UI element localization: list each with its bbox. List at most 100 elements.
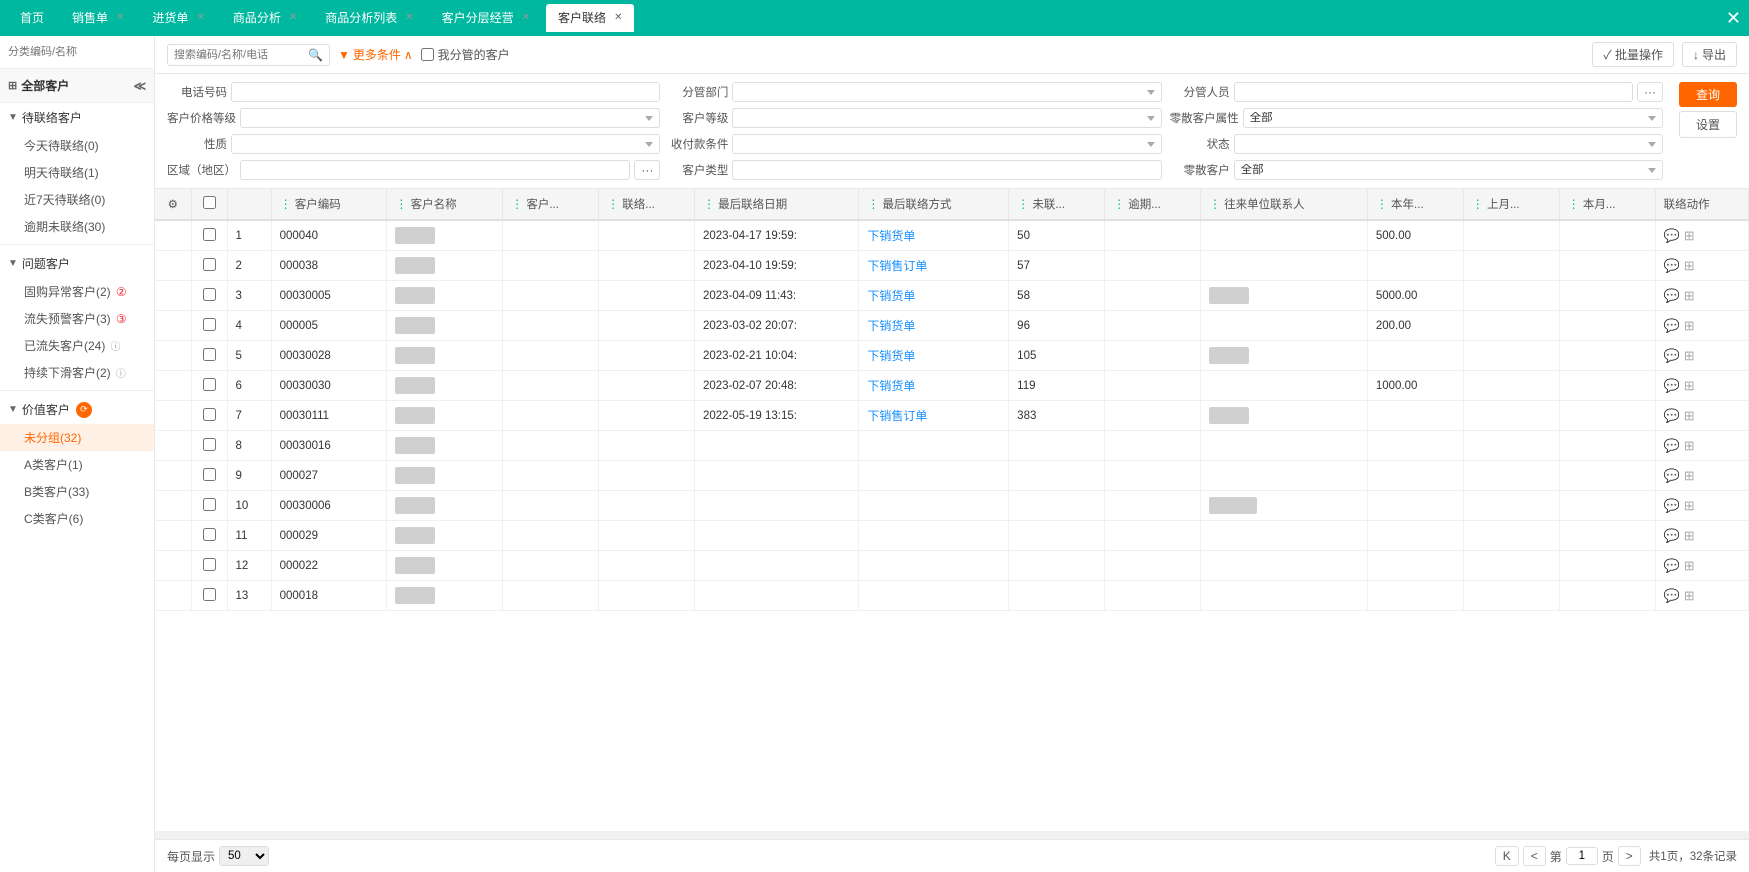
filter-person-ellipsis[interactable]: ··· [1637, 82, 1663, 102]
last-month-header[interactable]: ⋮ 上月... [1463, 189, 1559, 220]
filter-region-ellipsis[interactable]: ··· [634, 160, 660, 180]
page-number-input[interactable] [1566, 847, 1598, 865]
tab-product-analysis-list-close[interactable]: ✕ [405, 4, 413, 32]
last-contact-date-header[interactable]: ⋮ 最后联络日期 [694, 189, 858, 220]
contact-method-link[interactable]: 下销货单 [867, 289, 915, 303]
first-page-button[interactable]: K [1495, 846, 1519, 866]
main-search-icon[interactable]: 🔍 [308, 48, 323, 62]
sidebar-item-today[interactable]: 今天待联络(0) [0, 132, 154, 159]
table-hscroll[interactable] [155, 831, 1749, 839]
sidebar-group-value[interactable]: ▼ 价值客户 ⟳ [0, 395, 154, 424]
row-checkbox[interactable] [191, 371, 227, 401]
filter-nature-select[interactable] [231, 134, 660, 154]
filter-status-select[interactable] [1234, 134, 1663, 154]
search-box[interactable]: 🔍 [167, 44, 330, 66]
row-select-checkbox[interactable] [203, 438, 216, 451]
tab-product-analysis-list[interactable]: 商品分析列表 ✕ [313, 4, 425, 32]
row-select-checkbox[interactable] [203, 288, 216, 301]
company-contact-header[interactable]: ⋮ 往来单位联系人 [1200, 189, 1367, 220]
row-checkbox[interactable] [191, 551, 227, 581]
sidebar-item-unclassified[interactable]: 未分组(32) [0, 424, 154, 451]
contact-action-icon[interactable]: 💬 [1664, 438, 1680, 454]
contact-method-link[interactable]: 下销货单 [867, 319, 915, 333]
row-last-contact-method[interactable]: 下销售订单 [859, 251, 1009, 281]
row-select-checkbox[interactable] [203, 558, 216, 571]
filter-region-input[interactable] [240, 160, 630, 180]
code-header[interactable]: ⋮ 客户编码 [271, 189, 387, 220]
more-action-icon[interactable]: ⊞ [1684, 288, 1695, 304]
my-customers-toggle[interactable]: 我分管的客户 [421, 46, 510, 63]
more-action-icon[interactable]: ⊞ [1684, 438, 1695, 454]
row-checkbox[interactable] [191, 281, 227, 311]
sidebar-item-group-c[interactable]: C类客户(6) [0, 505, 154, 532]
row-last-contact-method[interactable]: 下销货单 [859, 220, 1009, 251]
row-checkbox[interactable] [191, 220, 227, 251]
contact-action-icon[interactable]: 💬 [1664, 408, 1680, 424]
tab-customer-contact-close[interactable]: ✕ [614, 4, 622, 32]
batch-ops-button[interactable]: ✓ 批量操作 [1592, 42, 1674, 67]
more-action-icon[interactable]: ⊞ [1684, 588, 1695, 604]
more-action-icon[interactable]: ⊞ [1684, 318, 1695, 334]
more-action-icon[interactable]: ⊞ [1684, 258, 1695, 274]
row-checkbox[interactable] [191, 401, 227, 431]
row-last-contact-method[interactable] [859, 431, 1009, 461]
reset-button[interactable]: 设置 [1679, 111, 1737, 138]
export-button[interactable]: ↓ 导出 [1682, 42, 1737, 67]
contact-method-link[interactable]: 下销货单 [867, 229, 915, 243]
contact-action-icon[interactable]: 💬 [1664, 228, 1680, 244]
contact-action-icon[interactable]: 💬 [1664, 528, 1680, 544]
filter-price-level-select[interactable] [240, 108, 660, 128]
row-checkbox[interactable] [191, 251, 227, 281]
more-conditions-button[interactable]: ▼ 更多条件 ∧ [338, 46, 413, 63]
row-checkbox[interactable] [191, 521, 227, 551]
main-search-input[interactable] [174, 49, 304, 61]
row-last-contact-method[interactable] [859, 491, 1009, 521]
row-last-contact-method[interactable]: 下销货单 [859, 371, 1009, 401]
contact-action-icon[interactable]: 💬 [1664, 558, 1680, 574]
row-select-checkbox[interactable] [203, 468, 216, 481]
sidebar-collapse-icon[interactable]: ≪ [133, 79, 146, 93]
row-select-checkbox[interactable] [203, 588, 216, 601]
row-select-checkbox[interactable] [203, 228, 216, 241]
tab-purchase[interactable]: 进货单 ✕ [140, 4, 216, 32]
sidebar-item-overdue[interactable]: 逾期未联络(30) [0, 213, 154, 240]
tab-customer-contact[interactable]: 客户联络 ✕ [546, 4, 634, 32]
sidebar-item-churn-risk[interactable]: 流失预警客户(3) ③ [0, 305, 154, 332]
uncontacted-header[interactable]: ⋮ 未联... [1009, 189, 1105, 220]
filter-person-input[interactable] [1234, 82, 1633, 102]
next-page-button[interactable]: > [1618, 846, 1641, 866]
row-select-checkbox[interactable] [203, 258, 216, 271]
more-action-icon[interactable]: ⊞ [1684, 378, 1695, 394]
row-checkbox[interactable] [191, 311, 227, 341]
more-action-icon[interactable]: ⊞ [1684, 348, 1695, 364]
select-all-checkbox[interactable] [203, 196, 216, 209]
sidebar-search-input[interactable] [8, 46, 150, 58]
sidebar-item-7days[interactable]: 近7天待联络(0) [0, 186, 154, 213]
row-checkbox[interactable] [191, 461, 227, 491]
filter-scatter-attr-select[interactable]: 全部是否 [1243, 108, 1663, 128]
sidebar-item-group-b[interactable]: B类客户(33) [0, 478, 154, 505]
row-last-contact-method[interactable]: 下销货单 [859, 281, 1009, 311]
more-action-icon[interactable]: ⊞ [1684, 558, 1695, 574]
filter-payment-select[interactable] [732, 134, 1161, 154]
table-settings-header[interactable]: ⚙ [155, 189, 191, 220]
tab-sales-close[interactable]: ✕ [116, 4, 124, 32]
contact-action-icon[interactable]: 💬 [1664, 498, 1680, 514]
tab-product-analysis[interactable]: 商品分析 ✕ [221, 4, 309, 32]
row-select-checkbox[interactable] [203, 408, 216, 421]
row-checkbox[interactable] [191, 581, 227, 611]
overdue-header[interactable]: ⋮ 逾期... [1105, 189, 1201, 220]
filter-customer-level-select[interactable] [732, 108, 1161, 128]
row-select-checkbox[interactable] [203, 498, 216, 511]
checkbox-header[interactable] [191, 189, 227, 220]
row-last-contact-method[interactable]: 下销货单 [859, 311, 1009, 341]
filter-dept-select[interactable] [732, 82, 1161, 102]
tab-customer-segment[interactable]: 客户分层经营 ✕ [430, 4, 542, 32]
filter-customer-type-input[interactable] [732, 160, 1161, 180]
row-last-contact-method[interactable] [859, 581, 1009, 611]
last-contact-method-header[interactable]: ⋮ 最后联络方式 [859, 189, 1009, 220]
more-action-icon[interactable]: ⊞ [1684, 228, 1695, 244]
contact-action-icon[interactable]: 💬 [1664, 348, 1680, 364]
row-last-contact-method[interactable] [859, 551, 1009, 581]
window-close-button[interactable]: ✕ [1726, 8, 1741, 29]
